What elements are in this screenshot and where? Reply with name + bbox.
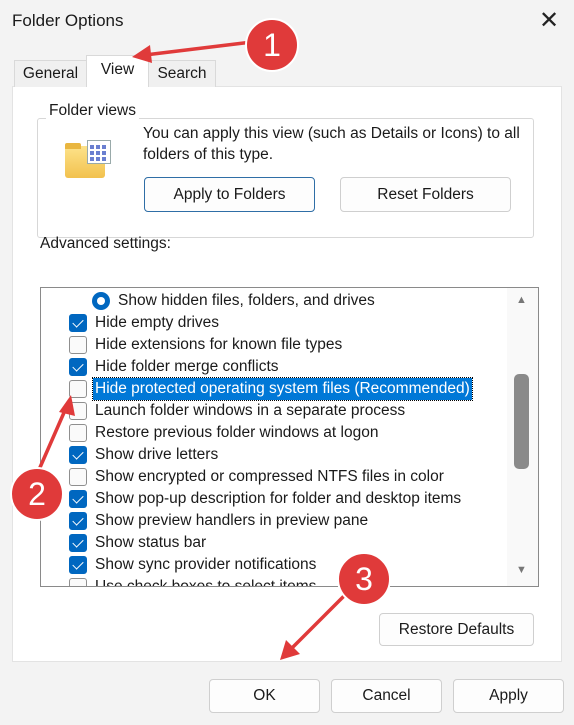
annotation-arrow-3	[290, 593, 347, 650]
annotation-arrow-1	[144, 40, 253, 57]
annotation-label-1: 1	[263, 27, 281, 63]
annotation-arrowhead-1	[132, 45, 152, 63]
annotation-overlay: 1 2 3	[10, 18, 391, 660]
annotation-arrow-2	[36, 407, 68, 473]
annotation-label-3: 3	[355, 561, 373, 597]
annotation-label-2: 2	[28, 476, 46, 512]
annotation-arrowhead-2	[59, 395, 75, 416]
